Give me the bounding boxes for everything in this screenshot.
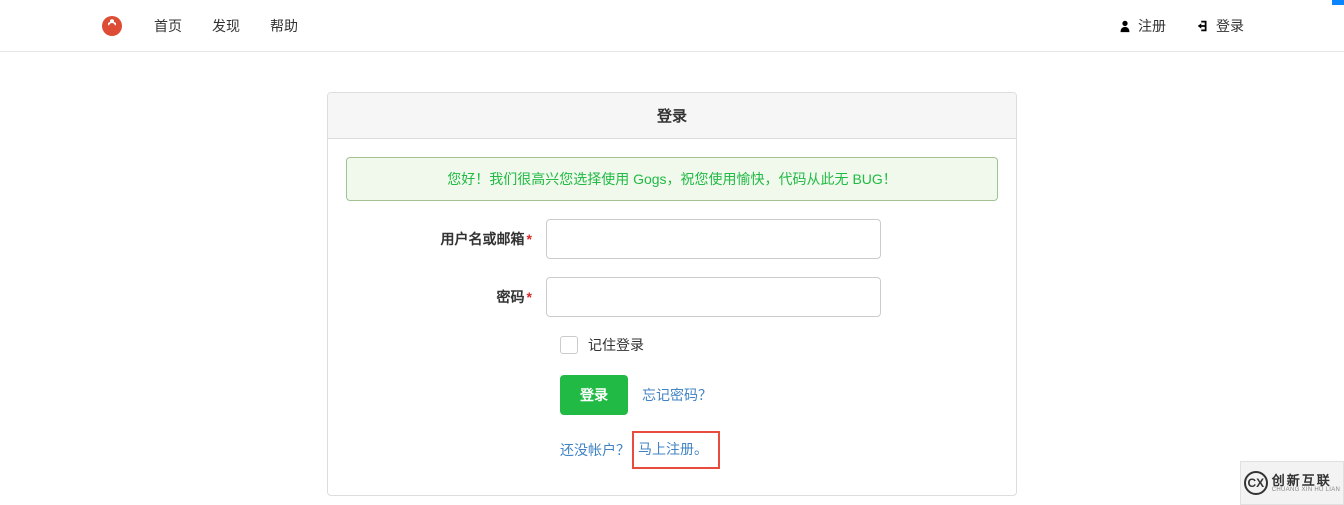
action-row: 登录 忘记密码？: [560, 375, 998, 415]
register-now-annotation: 马上注册。: [632, 431, 720, 469]
required-mark: *: [527, 289, 532, 305]
panel-title: 登录: [328, 93, 1016, 139]
username-row: 用户名或邮箱*: [346, 219, 998, 259]
nav-login-label: 登录: [1216, 16, 1244, 36]
password-label: 密码*: [346, 287, 546, 307]
register-now-link[interactable]: 马上注册。: [638, 441, 708, 457]
user-icon: [1118, 19, 1132, 33]
navbar: 首页 发现 帮助 注册 登录: [0, 0, 1344, 52]
remember-row: 记住登录: [560, 335, 998, 355]
register-row: 还没帐户？ 马上注册。: [560, 431, 998, 469]
nav-register-label: 注册: [1138, 16, 1166, 36]
nav-help[interactable]: 帮助: [270, 16, 298, 36]
watermark-en: CHUANG XIN HU LIAN: [1272, 487, 1340, 493]
password-row: 密码*: [346, 277, 998, 317]
nav-right: 注册 登录: [1118, 16, 1244, 36]
remember-checkbox[interactable]: [560, 336, 578, 354]
required-mark: *: [527, 231, 532, 247]
nav-explore[interactable]: 发现: [212, 16, 240, 36]
watermark-text: 创新互联 CHUANG XIN HU LIAN: [1272, 474, 1340, 493]
password-input[interactable]: [546, 277, 881, 317]
panel-body: 您好！我们很高兴您选择使用 Gogs，祝您使用愉快，代码从此无 BUG！ 用户名…: [328, 139, 1016, 495]
login-button[interactable]: 登录: [560, 375, 628, 415]
username-input[interactable]: [546, 219, 881, 259]
main: 登录 您好！我们很高兴您选择使用 Gogs，祝您使用愉快，代码从此无 BUG！ …: [0, 52, 1344, 496]
watermark-badge-icon: CX: [1244, 471, 1268, 495]
nav-home[interactable]: 首页: [154, 16, 182, 36]
remember-label: 记住登录: [588, 335, 644, 355]
nav-left: 首页 发现 帮助: [100, 14, 298, 38]
welcome-alert: 您好！我们很高兴您选择使用 Gogs，祝您使用愉快，代码从此无 BUG！: [346, 157, 998, 201]
nav-login[interactable]: 登录: [1196, 16, 1244, 36]
watermark-cn: 创新互联: [1272, 474, 1340, 487]
username-label-text: 用户名或邮箱: [441, 231, 525, 247]
gogs-logo-icon[interactable]: [100, 14, 124, 38]
password-label-text: 密码: [497, 289, 525, 305]
nav-register[interactable]: 注册: [1118, 16, 1166, 36]
scroll-indicator: [1332, 0, 1344, 5]
no-account-text: 还没帐户？: [560, 440, 630, 460]
forgot-password-link[interactable]: 忘记密码？: [642, 385, 712, 405]
login-panel: 登录 您好！我们很高兴您选择使用 Gogs，祝您使用愉快，代码从此无 BUG！ …: [327, 92, 1017, 496]
sign-in-icon: [1196, 19, 1210, 33]
watermark: CX 创新互联 CHUANG XIN HU LIAN: [1240, 461, 1344, 505]
username-label: 用户名或邮箱*: [346, 229, 546, 249]
